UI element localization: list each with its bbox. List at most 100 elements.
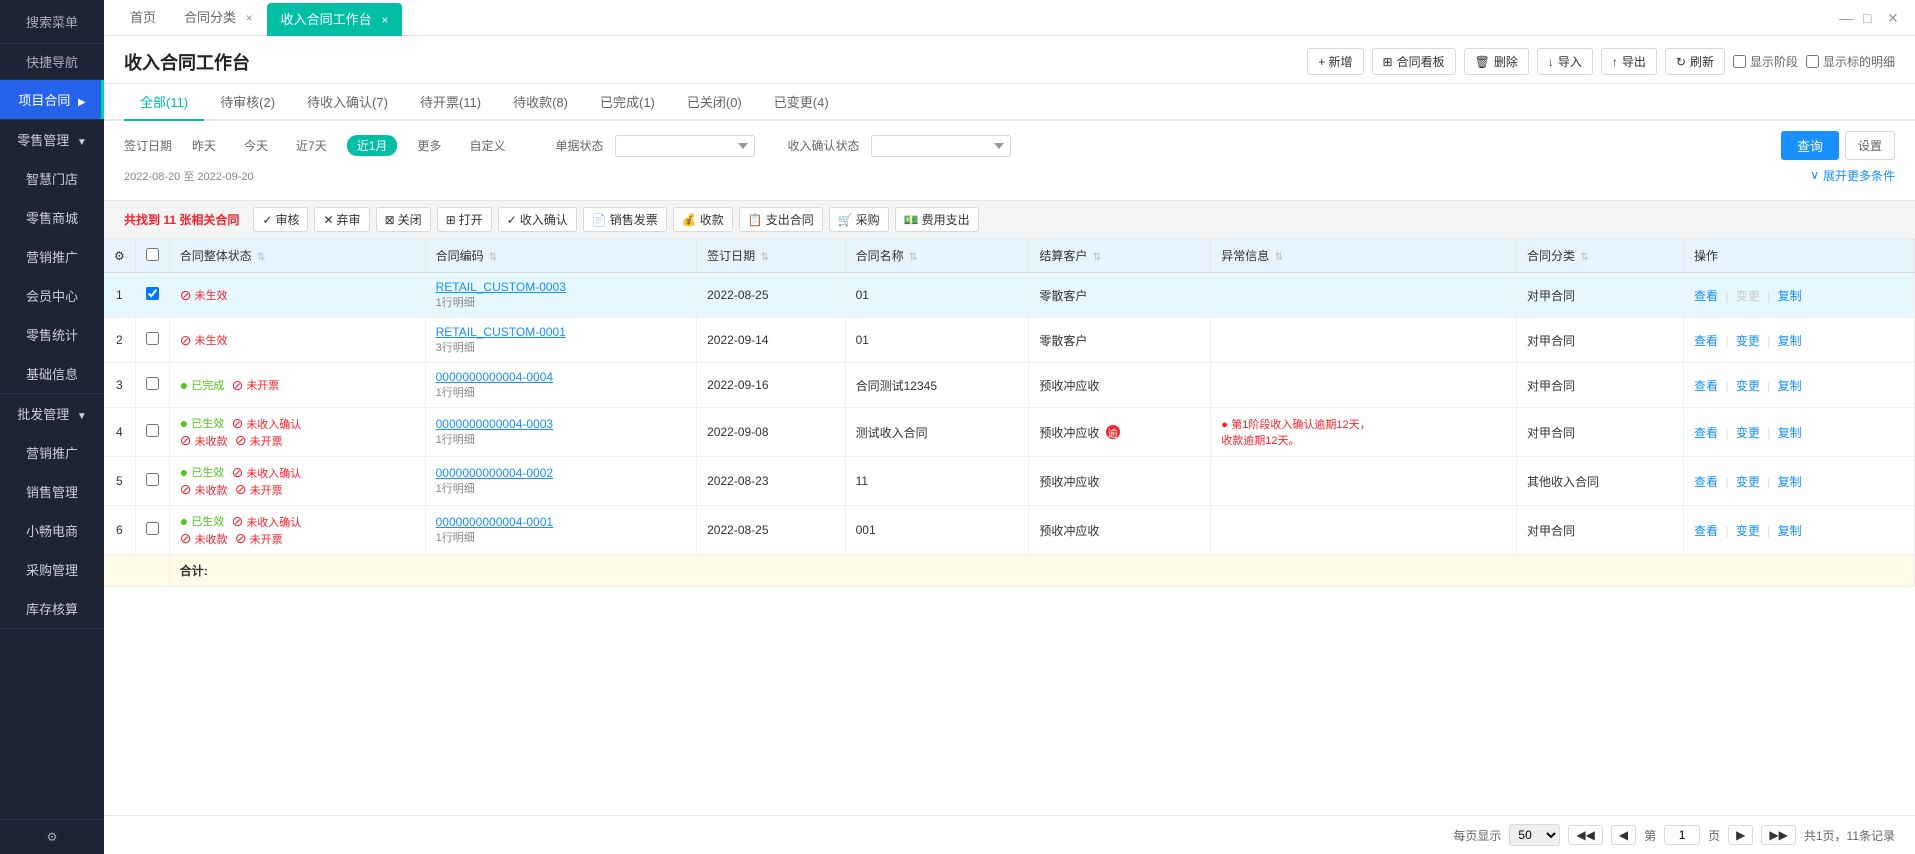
copy-btn[interactable]: 复制 (1778, 334, 1802, 348)
expense-btn[interactable]: 💵 费用支出 (895, 207, 979, 232)
sub-tab-changed[interactable]: 已变更(4) (758, 84, 845, 121)
sub-tab-all[interactable]: 全部(11) (124, 84, 204, 121)
doc-status-select[interactable] (615, 135, 755, 157)
close-button[interactable]: ✕ (1887, 10, 1903, 26)
date-more[interactable]: 更多 (409, 135, 449, 156)
sidebar-item-marketing[interactable]: 营销推广 (0, 237, 104, 276)
tab-income-workbench-close[interactable]: × (381, 13, 388, 27)
income-confirm-select[interactable] (871, 135, 1011, 157)
copy-btn[interactable]: 复制 (1778, 426, 1802, 440)
edit-btn[interactable]: 变更 (1736, 334, 1760, 348)
sidebar-item-sales-mgmt[interactable]: 销售管理 (0, 472, 104, 511)
sub-tab-pending-review[interactable]: 待审核(2) (204, 84, 291, 121)
query-button[interactable]: 查询 (1781, 131, 1839, 160)
minimize-button[interactable]: — (1839, 10, 1855, 26)
copy-btn[interactable]: 复制 (1778, 524, 1802, 538)
page-size-select[interactable]: 10 20 50 100 (1509, 824, 1560, 846)
print-btn[interactable]: ⊞ 打开 (437, 207, 492, 232)
sidebar-item-member-center[interactable]: 会员中心 (0, 276, 104, 315)
sidebar-item-purchase-mgmt[interactable]: 采购管理 (0, 550, 104, 589)
edit-btn[interactable]: 变更 (1736, 379, 1760, 393)
sub-tab-pending-invoice[interactable]: 待开票(11) (404, 84, 497, 121)
first-page-btn[interactable]: ◀◀ (1568, 825, 1602, 845)
sidebar-item-smart-store[interactable]: 智慧门店 (0, 159, 104, 198)
row-checkbox[interactable] (135, 273, 169, 318)
review-btn[interactable]: ✓ 审核 (253, 207, 308, 232)
next-page-btn[interactable]: ▶ (1728, 825, 1753, 845)
contract-code-link[interactable]: 0000000000004-0001 (436, 515, 553, 529)
edit-btn[interactable]: 变更 (1736, 426, 1760, 440)
row-checkbox[interactable] (135, 457, 169, 506)
th-customer[interactable]: 结算客户 ⇅ (1029, 239, 1211, 273)
contract-code-link[interactable]: RETAIL_CUSTOM-0003 (436, 280, 566, 294)
sidebar-item-retail-mgmt[interactable]: 零售管理 ▼ (0, 120, 104, 159)
sidebar-item-retail-commerce[interactable]: 零售商城 (0, 198, 104, 237)
select-all-checkbox[interactable] (146, 248, 159, 261)
th-code[interactable]: 合同编码 ⇅ (425, 239, 697, 273)
th-status[interactable]: 合同整体状态 ⇅ (169, 239, 425, 273)
date-today[interactable]: 今天 (236, 135, 276, 156)
tab-contract-type[interactable]: 合同分类 × (170, 0, 267, 36)
refresh-button[interactable]: ↻ 刷新 (1665, 48, 1725, 75)
purchase-btn[interactable]: 🛒 采购 (829, 207, 889, 232)
sub-tab-pending-payment[interactable]: 待收款(8) (497, 84, 584, 121)
edit-btn[interactable]: 变更 (1736, 524, 1760, 538)
sidebar-item-basic-info[interactable]: 基础信息 (0, 354, 104, 393)
view-btn[interactable]: 查看 (1694, 334, 1718, 348)
sidebar-settings[interactable]: ⚙ (0, 819, 104, 854)
row-checkbox[interactable] (135, 408, 169, 457)
contract-code-link[interactable]: 0000000000004-0003 (436, 417, 553, 431)
set-button[interactable]: 设置 (1845, 131, 1895, 160)
view-btn[interactable]: 查看 (1694, 289, 1718, 303)
sidebar-item-marketing2[interactable]: 营销推广 (0, 433, 104, 472)
prev-page-btn[interactable]: ◀ (1611, 825, 1636, 845)
invoice-btn[interactable]: 📄 销售发票 (583, 207, 667, 232)
date-yesterday[interactable]: 昨天 (184, 135, 224, 156)
th-settings[interactable]: ⚙ (104, 239, 135, 273)
sidebar-quick-nav[interactable]: 快捷导航 (0, 44, 104, 80)
expand-filter-btn[interactable]: ∨ 展开更多条件 (1810, 167, 1895, 184)
close-btn[interactable]: ⊠ 关闭 (376, 207, 431, 232)
income-confirm-btn[interactable]: ✓ 收入确认 (498, 207, 577, 232)
row-checkbox[interactable] (135, 318, 169, 363)
th-checkbox[interactable] (135, 239, 169, 273)
export-button[interactable]: ↑ 导出 (1601, 48, 1657, 75)
th-name[interactable]: 合同名称 ⇅ (845, 239, 1029, 273)
page-input[interactable] (1664, 825, 1700, 845)
th-abnormal[interactable]: 异常信息 ⇅ (1211, 239, 1517, 273)
contract-view-button[interactable]: ⊞ 合同看板 (1372, 48, 1456, 75)
import-button[interactable]: ↓ 导入 (1537, 48, 1593, 75)
show-stages-check[interactable]: 显示阶段 (1733, 53, 1798, 70)
copy-btn[interactable]: 复制 (1778, 379, 1802, 393)
contract-code-link[interactable]: 0000000000004-0002 (436, 466, 553, 480)
sub-tab-pending-income-confirm[interactable]: 待收入确认(7) (291, 84, 404, 121)
new-button[interactable]: + 新增 (1307, 48, 1363, 75)
sub-tab-closed[interactable]: 已关闭(0) (671, 84, 758, 121)
contract-code-link[interactable]: RETAIL_CUSTOM-0001 (436, 325, 566, 339)
sidebar-item-xiao-chang[interactable]: 小畅电商 (0, 511, 104, 550)
date-1month[interactable]: 近1月 (347, 135, 398, 156)
view-btn[interactable]: 查看 (1694, 524, 1718, 538)
tab-home[interactable]: 首页 (116, 0, 170, 36)
row-checkbox[interactable] (135, 506, 169, 555)
tab-contract-type-close[interactable]: × (246, 11, 253, 25)
sub-tab-completed[interactable]: 已完成(1) (584, 84, 671, 121)
sidebar-item-inventory[interactable]: 库存核算 (0, 589, 104, 628)
delete-button[interactable]: 🗑 删除 (1464, 48, 1529, 75)
show-details-check[interactable]: 显示标的明细 (1806, 53, 1895, 70)
last-page-btn[interactable]: ▶▶ (1761, 825, 1795, 845)
contract-code-link[interactable]: 0000000000004-0004 (436, 370, 553, 384)
copy-btn[interactable]: 复制 (1778, 475, 1802, 489)
th-category[interactable]: 合同分类 ⇅ (1517, 239, 1684, 273)
edit-btn[interactable]: 变更 (1736, 475, 1760, 489)
out-contract-btn[interactable]: 📋 支出合同 (739, 207, 823, 232)
payment-btn[interactable]: 💰 收款 (673, 207, 733, 232)
edit-btn[interactable]: 变更 (1736, 289, 1760, 303)
sidebar-item-project-contract[interactable]: 项目合同 ▶ (0, 80, 104, 119)
abandon-btn[interactable]: ✕ 弃审 (314, 207, 369, 232)
tab-income-workbench[interactable]: 收入合同工作台 × (267, 3, 403, 36)
sidebar-item-wholesale-mgmt[interactable]: 批发管理 ▼ (0, 394, 104, 433)
view-btn[interactable]: 查看 (1694, 426, 1718, 440)
maximize-button[interactable]: □ (1863, 10, 1879, 26)
view-btn[interactable]: 查看 (1694, 379, 1718, 393)
